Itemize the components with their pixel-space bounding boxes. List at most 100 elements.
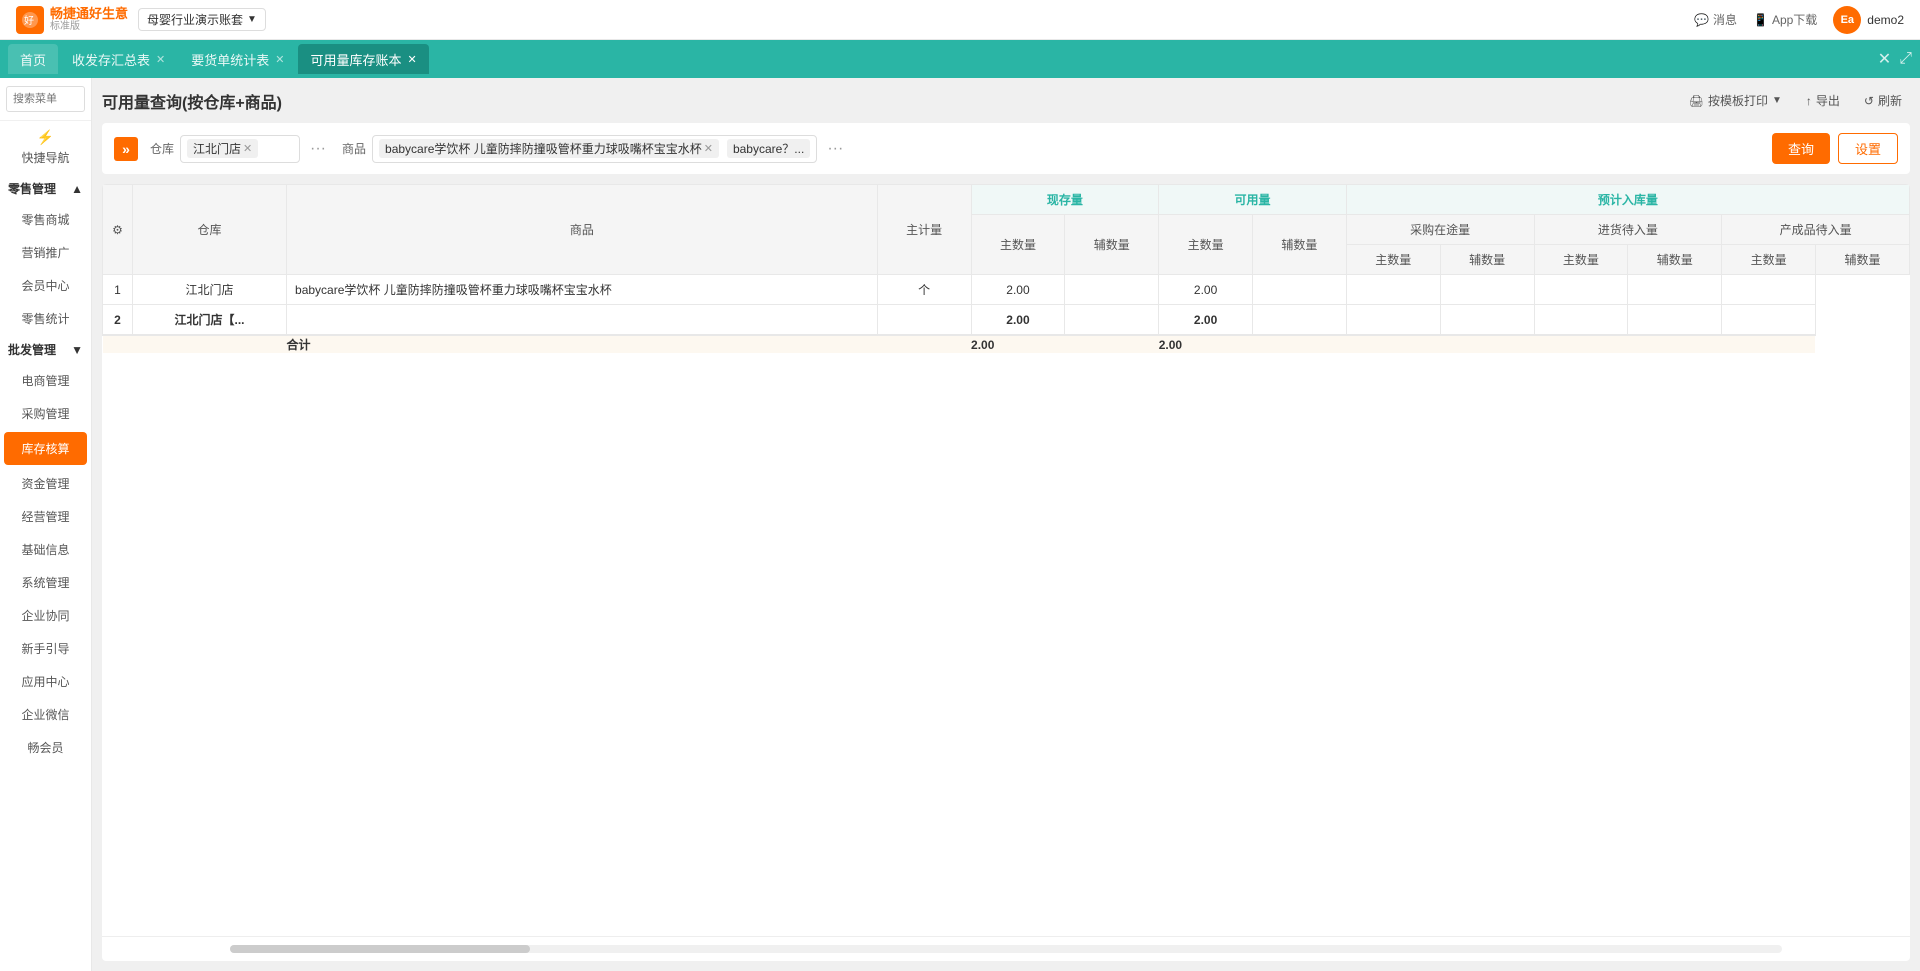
close-window-btn[interactable]: ✕ [1878, 49, 1891, 69]
chevron-icon: ▲ [71, 182, 83, 196]
table-row: 1 江北门店 babycare学饮杯 儿童防摔防撞吸管杯重力球吸嘴杯宝宝水杯 个… [103, 275, 1910, 305]
avatar: Ea [1833, 6, 1861, 34]
scrollbar-thumb [230, 945, 530, 953]
sidebar-section-retail-mgmt[interactable]: 零售管理 ▲ [0, 174, 91, 203]
filter-actions: 查询 设置 [1772, 133, 1898, 164]
warehouse-tag-close[interactable]: ✕ [243, 142, 252, 155]
th-gear: ⚙ [103, 185, 133, 275]
settings-btn[interactable]: 设置 [1838, 133, 1898, 164]
account-selector[interactable]: 母婴行业演示账套 ▼ [138, 8, 266, 31]
table-row: 2 江北门店【... 2.00 2.00 [103, 305, 1910, 336]
sidebar-item-quick-nav[interactable]: ⚡ 快捷导航 [0, 121, 91, 174]
th-incoming-aux: 辅数量 [1628, 245, 1722, 275]
footer-current-main-total: 2.00 [971, 335, 1065, 353]
sidebar-item-retail-mall[interactable]: 零售商城 [0, 203, 91, 236]
gear-icon[interactable]: ⚙ [112, 223, 123, 237]
table-footer-row: 合计 2.00 2.00 [103, 335, 1910, 353]
data-table: ⚙ 仓库 商品 主计量 现存量 可用量 预计入库量 主数量 辅数量 [102, 184, 1910, 353]
tab-available-stock[interactable]: 可用量库存账本 ✕ [298, 44, 428, 74]
product-tag-1-close[interactable]: ✕ [704, 142, 713, 155]
footer-available-main-total: 2.00 [1159, 335, 1253, 353]
user-area[interactable]: Ea demo2 [1833, 6, 1904, 34]
query-btn[interactable]: 查询 [1772, 133, 1830, 164]
th-available-group: 可用量 [1159, 185, 1347, 215]
th-purchase-transit-main: 主数量 [1346, 245, 1440, 275]
print-icon: 🖨 [1689, 94, 1704, 108]
tab-receive-send[interactable]: 收发存汇总表 ✕ [60, 44, 177, 74]
product-filter-tags[interactable]: babycare学饮杯 儿童防摔防撞吸管杯重力球吸嘴杯宝宝水杯 ✕ babyca… [372, 135, 817, 163]
refresh-icon: ↺ [1864, 94, 1874, 108]
filter-expand-btn[interactable]: » [114, 137, 138, 161]
th-incoming-group: 进货待入量 [1534, 215, 1722, 245]
search-input[interactable] [6, 86, 85, 112]
th-warehouse: 仓库 [133, 185, 287, 275]
window-controls: ✕ ⤢ [1878, 49, 1912, 69]
logo: 好 畅捷通好生意 标准版 [16, 6, 128, 34]
sidebar-item-retail-stats[interactable]: 零售统计 [0, 302, 91, 335]
warehouse-filter-group: 仓库 江北门店 ✕ ··· [150, 135, 330, 163]
sidebar-item-member-center[interactable]: 会员中心 [0, 269, 91, 302]
chevron-down-icon: ▼ [247, 14, 257, 25]
th-current-stock-group: 现存量 [971, 185, 1159, 215]
th-current-main: 主数量 [971, 215, 1065, 275]
content-area: 可用量查询(按仓库+商品) 🖨 按模板打印 ▼ ↑ 导出 ↺ 刷新 [92, 78, 1920, 971]
sidebar-item-purchase[interactable]: 采购管理 [0, 397, 91, 430]
page-title: 可用量查询(按仓库+商品) [102, 89, 282, 113]
print-template-btn[interactable]: 🖨 按模板打印 ▼ [1681, 88, 1790, 113]
sidebar-item-stock-check[interactable]: 库存核算 [4, 432, 87, 465]
export-btn[interactable]: ↑ 导出 [1798, 88, 1848, 113]
warehouse-tag-jiangbei: 江北门店 ✕ [187, 139, 258, 158]
close-tab-order-stats[interactable]: ✕ [275, 53, 284, 66]
sidebar-item-vip-member[interactable]: 畅会员 [0, 731, 91, 764]
maximize-window-btn[interactable]: ⤢ [1899, 50, 1912, 68]
sidebar-item-new-guide[interactable]: 新手引导 [0, 632, 91, 665]
message-icon: 💬 [1694, 13, 1709, 27]
product-filter-group: 商品 babycare学饮杯 儿童防摔防撞吸管杯重力球吸嘴杯宝宝水杯 ✕ bab… [342, 135, 847, 163]
filter-bar: » 仓库 江北门店 ✕ ··· 商品 babycare学饮杯 儿童防摔防撞吸管杯… [102, 123, 1910, 174]
sidebar: ⚡ 快捷导航 零售管理 ▲ 零售商城 营销推广 会员中心 零售统计 批发管理 ▼… [0, 78, 92, 971]
sidebar-item-enterprise-collab[interactable]: 企业协同 [0, 599, 91, 632]
message-action[interactable]: 💬 消息 [1694, 11, 1737, 28]
th-avail-main: 主数量 [1159, 215, 1253, 275]
product-filter-dots[interactable]: ··· [823, 140, 847, 158]
sidebar-section-wholesale[interactable]: 批发管理 ▼ [0, 335, 91, 364]
sidebar-item-enterprise-wechat[interactable]: 企业微信 [0, 698, 91, 731]
th-avail-aux: 辅数量 [1253, 215, 1347, 275]
product-tag-2: babycare？... [727, 139, 810, 158]
refresh-btn[interactable]: ↺ 刷新 [1856, 88, 1910, 113]
footer-label: 合计 [287, 335, 878, 353]
sidebar-item-marketing[interactable]: 营销推广 [0, 236, 91, 269]
sidebar-item-sys-mgmt[interactable]: 系统管理 [0, 566, 91, 599]
top-bar: 好 畅捷通好生意 标准版 母婴行业演示账套 ▼ 💬 消息 📱 App下载 Ea … [0, 0, 1920, 40]
close-tab-receive-send[interactable]: ✕ [156, 53, 165, 66]
close-tab-available-stock[interactable]: ✕ [408, 53, 417, 66]
th-purchase-transit-group: 采购在途量 [1346, 215, 1534, 245]
export-icon: ↑ [1806, 94, 1812, 108]
warehouse-filter-tags[interactable]: 江北门店 ✕ [180, 135, 300, 163]
header-actions: 🖨 按模板打印 ▼ ↑ 导出 ↺ 刷新 [1681, 88, 1910, 113]
chevron-down-icon: ▼ [71, 343, 83, 357]
th-current-aux: 辅数量 [1065, 215, 1159, 275]
sidebar-item-ops[interactable]: 经营管理 [0, 500, 91, 533]
logo-icon: 好 [16, 6, 44, 34]
download-icon: 📱 [1753, 13, 1768, 27]
page-header: 可用量查询(按仓库+商品) 🖨 按模板打印 ▼ ↑ 导出 ↺ 刷新 [102, 88, 1910, 113]
table-container: ⚙ 仓库 商品 主计量 现存量 可用量 预计入库量 主数量 辅数量 [102, 184, 1910, 961]
sidebar-item-ecom[interactable]: 电商管理 [0, 364, 91, 397]
sidebar-item-app-center[interactable]: 应用中心 [0, 665, 91, 698]
tab-home[interactable]: 首页 [8, 44, 58, 74]
chevron-down-icon: ▼ [1772, 95, 1782, 106]
logo-text: 畅捷通好生意 标准版 [50, 6, 128, 34]
app-download-action[interactable]: 📱 App下载 [1753, 11, 1817, 28]
th-expected-in-group: 预计入库量 [1346, 185, 1909, 215]
warehouse-filter-dots[interactable]: ··· [306, 140, 330, 158]
scrollbar-track[interactable] [230, 945, 1782, 953]
nav-tabs: 首页 收发存汇总表 ✕ 要货单统计表 ✕ 可用量库存账本 ✕ ✕ ⤢ [0, 40, 1920, 78]
sidebar-item-finance[interactable]: 资金管理 [0, 467, 91, 500]
th-production-main: 主数量 [1722, 245, 1816, 275]
quick-nav-icon: ⚡ [37, 129, 54, 146]
sidebar-item-basic-info[interactable]: 基础信息 [0, 533, 91, 566]
tab-order-stats[interactable]: 要货单统计表 ✕ [179, 44, 296, 74]
th-production-group: 产成品待入量 [1722, 215, 1910, 245]
th-product: 商品 [287, 185, 878, 275]
